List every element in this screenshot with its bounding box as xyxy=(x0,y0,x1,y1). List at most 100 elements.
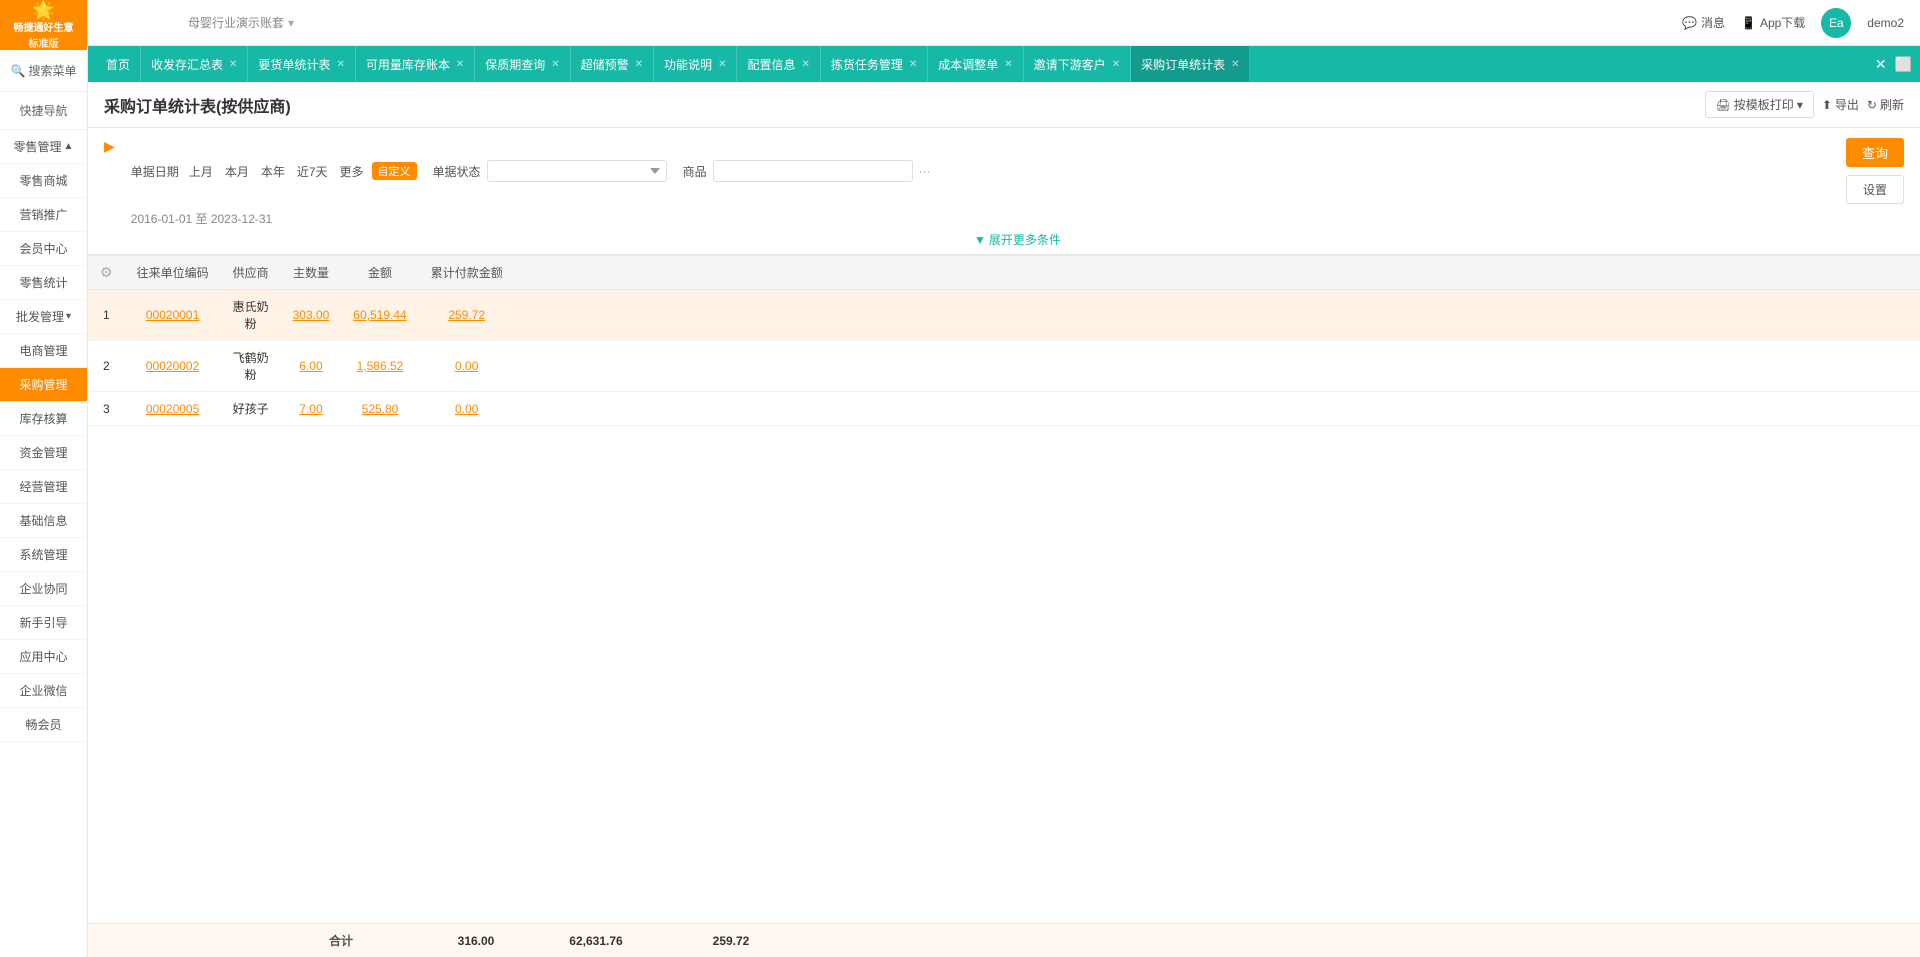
topbar-tab-7[interactable]: 配置信息 ✕ xyxy=(737,46,820,82)
sidebar-item-6[interactable]: 电商管理 xyxy=(0,334,87,368)
sidebar-item-8[interactable]: 库存核算 xyxy=(0,402,87,436)
tab-close-icon-9[interactable]: ✕ xyxy=(1004,59,1012,70)
tab-close-icon-7[interactable]: ✕ xyxy=(801,59,809,70)
tab-close-icon-2[interactable]: ✕ xyxy=(336,59,344,70)
user-name[interactable]: demo2 xyxy=(1867,16,1904,30)
table-footer: 合计 316.00 62,631.76 259.72 xyxy=(88,923,1920,957)
filter-collapse-arrow[interactable]: ▶ xyxy=(104,138,115,155)
settings-button[interactable]: 设置 xyxy=(1846,175,1904,204)
row-extra-0 xyxy=(515,290,1920,341)
row-code-0[interactable]: 00020001 xyxy=(125,290,221,341)
goods-more-icon[interactable]: ··· xyxy=(919,164,931,178)
table-container: ⚙ 往来单位编码 供应商 主数量 金额 累计付款金额 1 00020001 惠氏… xyxy=(88,255,1920,923)
topbar-tab-9[interactable]: 成本调整单 ✕ xyxy=(928,46,1023,82)
row-amount-1[interactable]: 1,586.52 xyxy=(341,341,418,392)
date-filter-label: 单据日期 xyxy=(131,163,179,180)
sidebar-item-11[interactable]: 基础信息 xyxy=(0,504,87,538)
sidebar-shortcut[interactable]: 快捷导航 xyxy=(0,92,87,130)
tab-close-icon-1[interactable]: ✕ xyxy=(229,59,237,70)
topbar-tab-4[interactable]: 保质期查询 ✕ xyxy=(475,46,570,82)
goods-filter: 商品 ··· xyxy=(683,160,931,182)
goods-input[interactable] xyxy=(713,160,913,182)
row-amount-2[interactable]: 525.80 xyxy=(341,392,418,426)
sidebar-item-15[interactable]: 应用中心 xyxy=(0,640,87,674)
query-button[interactable]: 查询 xyxy=(1846,138,1904,167)
row-code-2[interactable]: 00020005 xyxy=(125,392,221,426)
topbar: 首页 收发存汇总表 ✕要货单统计表 ✕可用量库存账本 ✕保质期查询 ✕超储预警 … xyxy=(88,46,1920,82)
gear-icon[interactable]: ⚙ xyxy=(100,264,113,280)
topbar-tab-11[interactable]: 采购订单统计表 ✕ xyxy=(1131,46,1250,82)
sidebar-item-17[interactable]: 畅会员 xyxy=(0,708,87,742)
sidebar-item-14[interactable]: 新手引导 xyxy=(0,606,87,640)
table-body: 1 00020001 惠氏奶粉 303.00 60,519.44 259.72 … xyxy=(88,290,1920,426)
row-qty-0[interactable]: 303.00 xyxy=(281,290,342,341)
row-paid-2[interactable]: 0.00 xyxy=(419,392,515,426)
sidebar-item-13[interactable]: 企业协同 xyxy=(0,572,87,606)
topbar-tab-2[interactable]: 要货单统计表 ✕ xyxy=(248,46,355,82)
tab-close-icon-8[interactable]: ✕ xyxy=(909,59,917,70)
export-button[interactable]: ⬆ 导出 xyxy=(1822,96,1859,113)
app-download-icon: 📱 xyxy=(1741,16,1756,30)
sidebar-item-7[interactable]: 采购管理 xyxy=(0,368,87,402)
tab-close-icon-10[interactable]: ✕ xyxy=(1112,59,1120,70)
row-code-1[interactable]: 00020002 xyxy=(125,341,221,392)
avatar[interactable]: Ea xyxy=(1821,8,1851,38)
tab-label-1: 收发存汇总表 xyxy=(151,56,223,73)
tab-close-icon-11[interactable]: ✕ xyxy=(1231,59,1239,70)
filter-area: ▶ 单据日期 上月 本月 本年 近7天 更多 xyxy=(88,128,1920,255)
sidebar-item-0[interactable]: 零售管理 ▲ xyxy=(0,130,87,164)
row-extra-2 xyxy=(515,392,1920,426)
topbar-tab-6[interactable]: 功能说明 ✕ xyxy=(654,46,737,82)
shortcut-nav-button[interactable]: 快捷导航 xyxy=(0,96,87,125)
sidebar-item-10[interactable]: 经营管理 xyxy=(0,470,87,504)
row-qty-2[interactable]: 7.00 xyxy=(281,392,342,426)
sidebar-search[interactable]: 🔍 搜索菜单 xyxy=(0,50,87,92)
message-button[interactable]: 💬 消息 xyxy=(1682,14,1725,31)
row-paid-0[interactable]: 259.72 xyxy=(419,290,515,341)
date-last7-button[interactable]: 近7天 xyxy=(293,161,332,182)
sidebar-item-label-text-16: 企业微信 xyxy=(19,682,67,699)
app-logo[interactable]: 🌟 畅捷通好生意 标准版 xyxy=(0,0,87,50)
row-amount-0[interactable]: 60,519.44 xyxy=(341,290,418,341)
tab-label-2: 要货单统计表 xyxy=(258,56,330,73)
sidebar-item-3[interactable]: 会员中心 xyxy=(0,232,87,266)
expand-more-button[interactable]: ▼ 展开更多条件 xyxy=(974,231,1061,248)
sidebar-item-label-text-13: 企业协同 xyxy=(19,580,67,597)
sidebar-item-12[interactable]: 系统管理 xyxy=(0,538,87,572)
date-this-month-button[interactable]: 本月 xyxy=(221,161,253,182)
sidebar-item-16[interactable]: 企业微信 xyxy=(0,674,87,708)
refresh-button[interactable]: ↻ 刷新 xyxy=(1867,96,1904,113)
sidebar-item-2[interactable]: 营销推广 xyxy=(0,198,87,232)
date-more-button[interactable]: 更多 xyxy=(336,161,368,182)
topbar-tab-0[interactable]: 首页 xyxy=(96,46,141,82)
date-last-month-button[interactable]: 上月 xyxy=(185,161,217,182)
sidebar-item-4[interactable]: 零售统计 xyxy=(0,266,87,300)
date-this-year-button[interactable]: 本年 xyxy=(257,161,289,182)
topbar-tab-1[interactable]: 收发存汇总表 ✕ xyxy=(141,46,248,82)
sidebar-item-1[interactable]: 零售商城 xyxy=(0,164,87,198)
tab-close-icon-4[interactable]: ✕ xyxy=(551,59,559,70)
topbar-tab-5[interactable]: 超储预警 ✕ xyxy=(571,46,654,82)
template-print-button[interactable]: 🖨 按模板打印 ▾ xyxy=(1705,91,1814,118)
tab-close-icon-3[interactable]: ✕ xyxy=(456,59,464,70)
sidebar-item-5[interactable]: 批发管理 ▾ xyxy=(0,300,87,334)
topbar-maximize-button[interactable]: ⬜ xyxy=(1895,56,1912,73)
sidebar-item-9[interactable]: 资金管理 xyxy=(0,436,87,470)
topbar-tab-3[interactable]: 可用量库存账本 ✕ xyxy=(356,46,475,82)
custom-date-badge[interactable]: 自定义 xyxy=(372,162,417,180)
breadcrumb-dropdown-icon[interactable]: ▾ xyxy=(288,16,294,30)
tab-close-icon-6[interactable]: ✕ xyxy=(718,59,726,70)
row-paid-1[interactable]: 0.00 xyxy=(419,341,515,392)
topbar-close-button[interactable]: ✕ xyxy=(1875,56,1887,73)
search-menu-button[interactable]: 🔍 搜索菜单 xyxy=(6,58,81,83)
date-filter: 单据日期 上月 本月 本年 近7天 更多 自定义 xyxy=(131,161,417,182)
expand-icon: ▼ xyxy=(974,233,986,247)
tab-close-icon-5[interactable]: ✕ xyxy=(635,59,643,70)
app-header: 母婴行业演示账套 ▾ 💬 消息 📱 App下载 Ea demo2 xyxy=(88,0,1920,46)
app-download-button[interactable]: 📱 App下载 xyxy=(1741,14,1805,31)
topbar-tab-10[interactable]: 邀请下游客户 ✕ xyxy=(1024,46,1131,82)
status-select[interactable] xyxy=(487,160,667,182)
template-dropdown-icon: ▾ xyxy=(1797,98,1803,112)
topbar-tab-8[interactable]: 拣货任务管理 ✕ xyxy=(821,46,928,82)
row-qty-1[interactable]: 6.00 xyxy=(281,341,342,392)
